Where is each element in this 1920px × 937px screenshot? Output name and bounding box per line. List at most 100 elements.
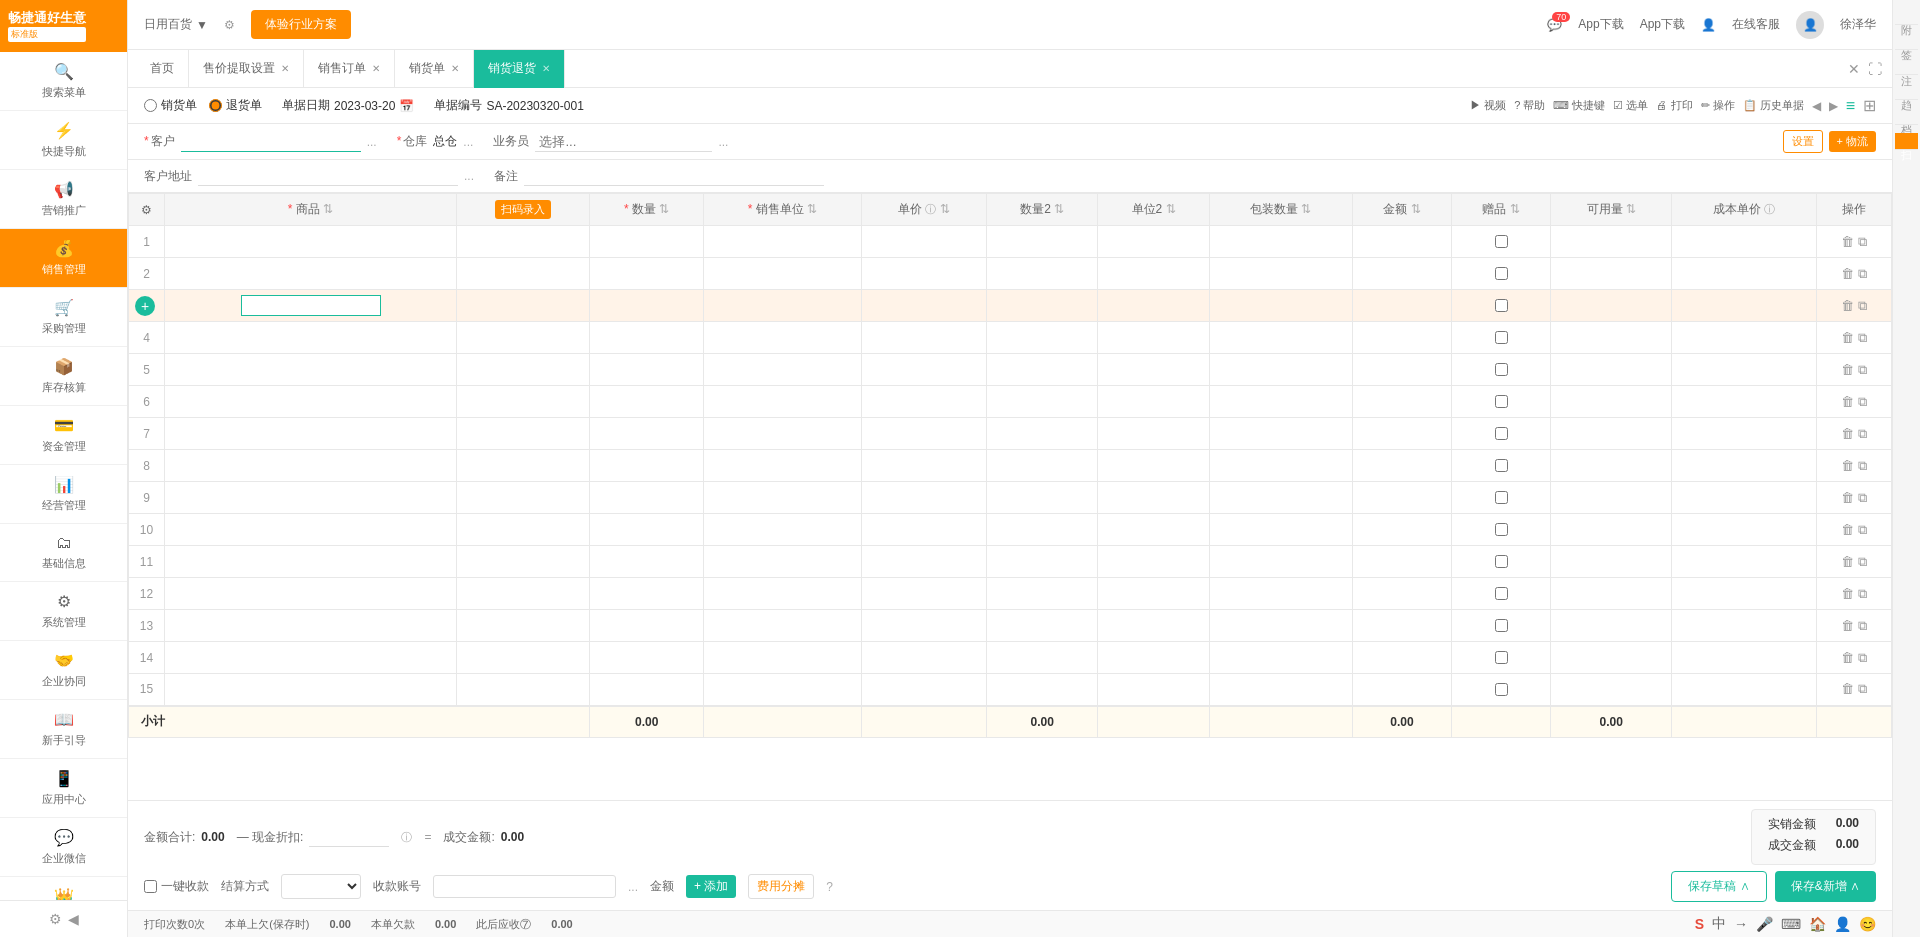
unit2-cell-2[interactable] — [1098, 258, 1209, 290]
price-cell-9[interactable] — [861, 482, 986, 514]
tab-close-sales-delivery[interactable]: ✕ — [451, 63, 459, 74]
qty-cell-7[interactable] — [590, 418, 704, 450]
sort-icon-product[interactable]: ⇅ — [323, 202, 333, 216]
online-service-text[interactable]: 在线客服 — [1732, 16, 1780, 33]
right-panel-btn-1[interactable]: 附 — [1895, 8, 1918, 25]
tab-home[interactable]: 首页 — [136, 50, 189, 88]
unit2-cell-14[interactable] — [1098, 642, 1209, 674]
copy-icon-14[interactable]: ⧉ — [1858, 650, 1867, 666]
th-qty2[interactable]: 数量2 ⇅ — [987, 194, 1098, 226]
gift-cell-2[interactable] — [1452, 258, 1551, 290]
account-input[interactable] — [433, 875, 616, 898]
price-cell-13[interactable] — [861, 610, 986, 642]
tab-sales-return[interactable]: 销货退货 ✕ — [474, 50, 565, 88]
status-icon-arrow[interactable]: → — [1734, 916, 1748, 932]
amount-cell-9[interactable] — [1352, 482, 1451, 514]
available-cell-7[interactable] — [1551, 418, 1672, 450]
qty-cell-14[interactable] — [590, 642, 704, 674]
tab-close-sales-return[interactable]: ✕ — [542, 63, 550, 74]
delete-icon-5[interactable]: 🗑 — [1841, 362, 1854, 378]
price-cell-5[interactable] — [861, 354, 986, 386]
cost-cell-11[interactable] — [1672, 546, 1817, 578]
gift-checkbox-3[interactable] — [1495, 299, 1508, 312]
app-download-link[interactable]: App下载 — [1578, 16, 1623, 33]
sidebar-item-search[interactable]: 🔍 搜索菜单 — [0, 52, 127, 111]
copy-icon-13[interactable]: ⧉ — [1858, 618, 1867, 634]
toolbar-video[interactable]: ▶ 视频 — [1470, 98, 1506, 113]
unit2-cell-8[interactable] — [1098, 450, 1209, 482]
unit-cell-13[interactable] — [704, 610, 862, 642]
sort-icon-qty[interactable]: ⇅ — [659, 202, 669, 216]
unit2-cell-1[interactable] — [1098, 226, 1209, 258]
settings-btn[interactable]: 设置 — [1783, 130, 1823, 153]
product-cell-12[interactable] — [165, 578, 457, 610]
qty2-cell-9[interactable] — [987, 482, 1098, 514]
qty2-cell-10[interactable] — [987, 514, 1098, 546]
product-cell-14[interactable] — [165, 642, 457, 674]
pack-cell-3[interactable] — [1209, 290, 1352, 322]
th-available[interactable]: 可用量 ⇅ — [1551, 194, 1672, 226]
amount-cell-14[interactable] — [1352, 642, 1451, 674]
product-cell-3[interactable] — [165, 290, 457, 322]
status-icon-mic[interactable]: 🎤 — [1756, 916, 1773, 932]
sidebar-item-purchase[interactable]: 🛒 采购管理 — [0, 288, 127, 347]
unit2-cell-11[interactable] — [1098, 546, 1209, 578]
cost-cell-6[interactable] — [1672, 386, 1817, 418]
product-cell-1[interactable] — [165, 226, 457, 258]
gift-cell-3[interactable] — [1452, 290, 1551, 322]
available-cell-5[interactable] — [1551, 354, 1672, 386]
unit-cell-1[interactable] — [704, 226, 862, 258]
gift-checkbox-11[interactable] — [1495, 555, 1508, 568]
price-cell-10[interactable] — [861, 514, 986, 546]
copy-icon-9[interactable]: ⧉ — [1858, 490, 1867, 506]
qty2-cell-11[interactable] — [987, 546, 1098, 578]
sort-icon-price[interactable]: ⇅ — [940, 202, 950, 216]
sidebar-item-sales[interactable]: 💰 销售管理 — [0, 229, 127, 288]
pack-cell-4[interactable] — [1209, 322, 1352, 354]
unit2-cell-13[interactable] — [1098, 610, 1209, 642]
tab-price-settings[interactable]: 售价提取设置 ✕ — [189, 50, 304, 88]
copy-icon-8[interactable]: ⧉ — [1858, 458, 1867, 474]
pack-cell-6[interactable] — [1209, 386, 1352, 418]
pack-cell-5[interactable] — [1209, 354, 1352, 386]
gift-checkbox-2[interactable] — [1495, 267, 1508, 280]
th-gift[interactable]: 赠品 ⇅ — [1452, 194, 1551, 226]
pack-cell-7[interactable] — [1209, 418, 1352, 450]
price-cell-12[interactable] — [861, 578, 986, 610]
gift-cell-13[interactable] — [1452, 610, 1551, 642]
customer-dots[interactable]: ... — [367, 135, 377, 149]
gift-cell-1[interactable] — [1452, 226, 1551, 258]
sort-icon-qty2[interactable]: ⇅ — [1054, 202, 1064, 216]
unit2-cell-4[interactable] — [1098, 322, 1209, 354]
pack-cell-13[interactable] — [1209, 610, 1352, 642]
sidebar-item-marketing[interactable]: 📢 营销推广 — [0, 170, 127, 229]
sidebar-item-inventory[interactable]: 📦 库存核算 — [0, 347, 127, 406]
add-row-btn[interactable]: + — [135, 296, 155, 316]
gift-checkbox-5[interactable] — [1495, 363, 1508, 376]
logistics-btn[interactable]: + 物流 — [1829, 131, 1876, 152]
qty-cell-4[interactable] — [590, 322, 704, 354]
price-cell-8[interactable] — [861, 450, 986, 482]
qty2-cell-12[interactable] — [987, 578, 1098, 610]
unit-cell-12[interactable] — [704, 578, 862, 610]
unit-cell-3[interactable] — [704, 290, 862, 322]
th-amount[interactable]: 金额 ⇅ — [1352, 194, 1451, 226]
info-icon-price[interactable]: ⓘ — [925, 203, 936, 215]
th-unit2[interactable]: 单位2 ⇅ — [1098, 194, 1209, 226]
copy-icon-12[interactable]: ⧉ — [1858, 586, 1867, 602]
unit2-cell-10[interactable] — [1098, 514, 1209, 546]
radio-sales-input[interactable] — [144, 99, 157, 112]
pack-cell-12[interactable] — [1209, 578, 1352, 610]
unit2-cell-6[interactable] — [1098, 386, 1209, 418]
gift-checkbox-9[interactable] — [1495, 491, 1508, 504]
account-dots[interactable]: ... — [628, 880, 638, 894]
amount-cell-8[interactable] — [1352, 450, 1451, 482]
price-cell-1[interactable] — [861, 226, 986, 258]
amount-cell-7[interactable] — [1352, 418, 1451, 450]
unit-cell-14[interactable] — [704, 642, 862, 674]
sort-icon-available[interactable]: ⇅ — [1626, 202, 1636, 216]
qty-cell-2[interactable] — [590, 258, 704, 290]
status-icon-zh[interactable]: 中 — [1712, 915, 1726, 933]
view-grid-icon[interactable]: ⊞ — [1863, 96, 1876, 115]
calendar-icon[interactable]: 📅 — [399, 99, 414, 113]
